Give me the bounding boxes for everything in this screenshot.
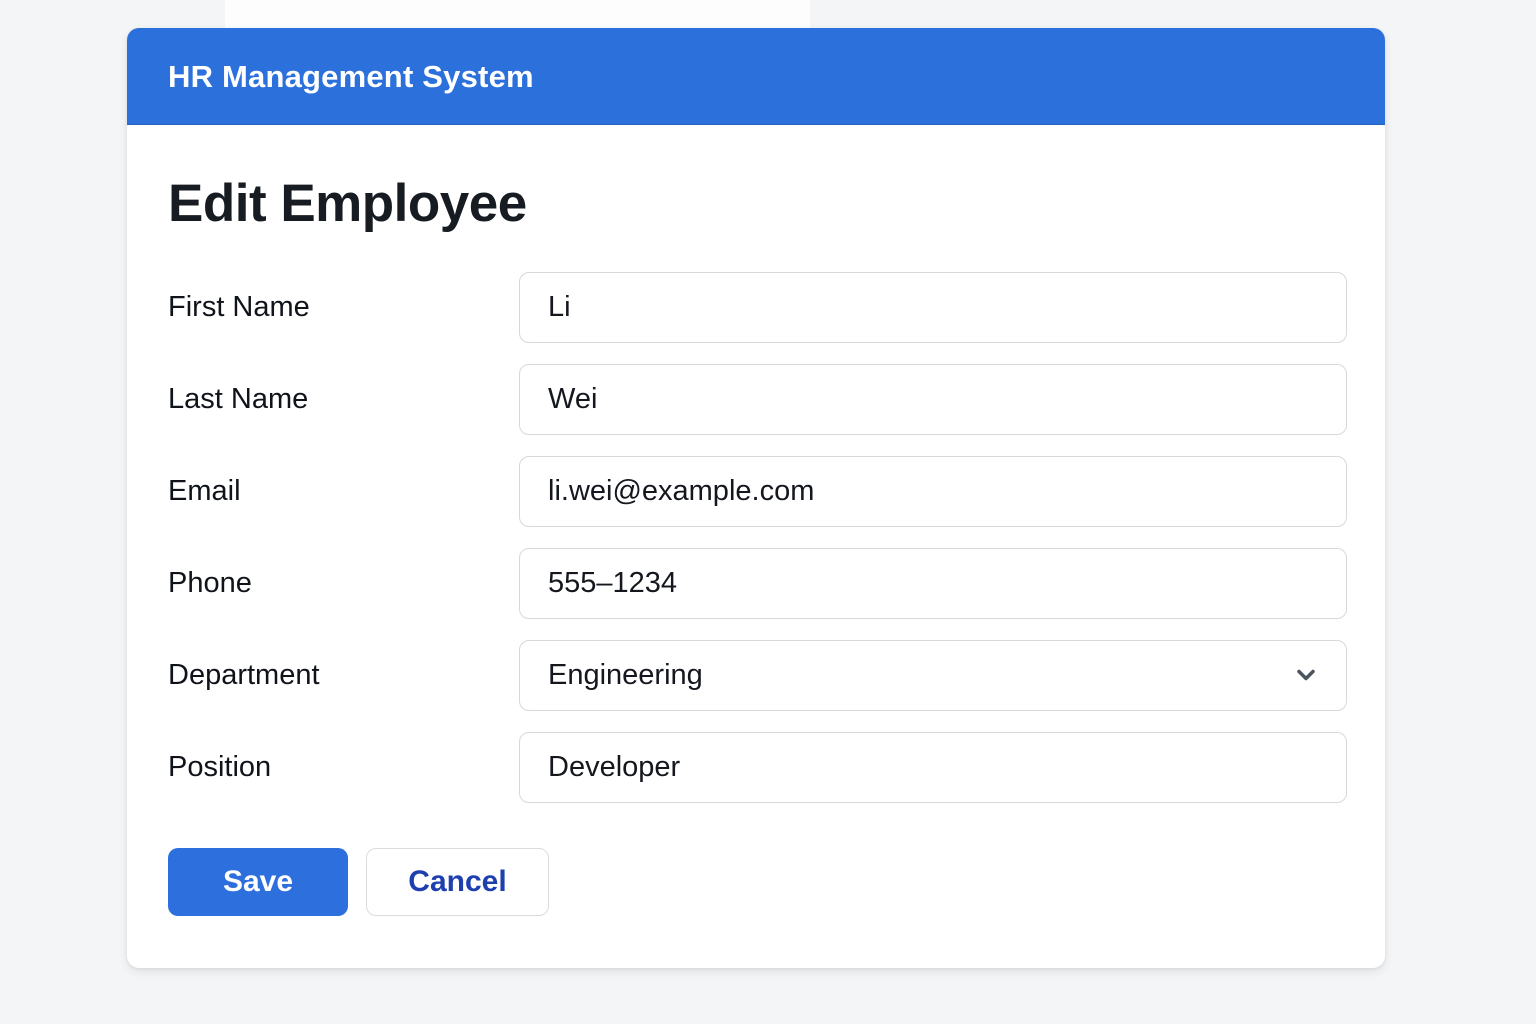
edit-employee-form: Edit Employee First Name Last Name Email… [127, 125, 1385, 916]
last-name-field[interactable] [519, 363, 1347, 435]
first-name-label: First Name [168, 290, 310, 323]
page-title: Edit Employee [168, 174, 527, 233]
last-name-label: Last Name [168, 382, 309, 415]
form-row-position: Position [168, 731, 1347, 803]
app-header: HR Management System [127, 28, 1385, 125]
email-field[interactable] [519, 455, 1347, 527]
form-row-email: Email [168, 455, 1347, 527]
department-selected-value: Engineering [548, 658, 703, 691]
position-field[interactable] [519, 731, 1347, 803]
position-label: Position [168, 750, 272, 783]
phone-field[interactable] [519, 547, 1347, 619]
chevron-down-icon [1297, 669, 1315, 681]
form-row-first-name: First Name [168, 271, 1347, 343]
top-strip [225, 0, 810, 28]
form-row-last-name: Last Name [168, 363, 1347, 435]
email-label: Email [168, 474, 241, 507]
cancel-button[interactable]: Cancel [366, 847, 549, 916]
app-title: HR Management System [168, 58, 534, 94]
form-actions: Save Cancel [168, 847, 1347, 916]
phone-label: Phone [168, 566, 252, 599]
department-label: Department [168, 658, 320, 691]
department-select[interactable]: Engineering [519, 639, 1347, 711]
form-row-department: Department Engineering [168, 639, 1347, 711]
form-row-phone: Phone [168, 547, 1347, 619]
first-name-field[interactable] [519, 271, 1347, 343]
hr-app-window: HR Management System Edit Employee First… [127, 28, 1385, 968]
save-button[interactable]: Save [168, 847, 348, 916]
